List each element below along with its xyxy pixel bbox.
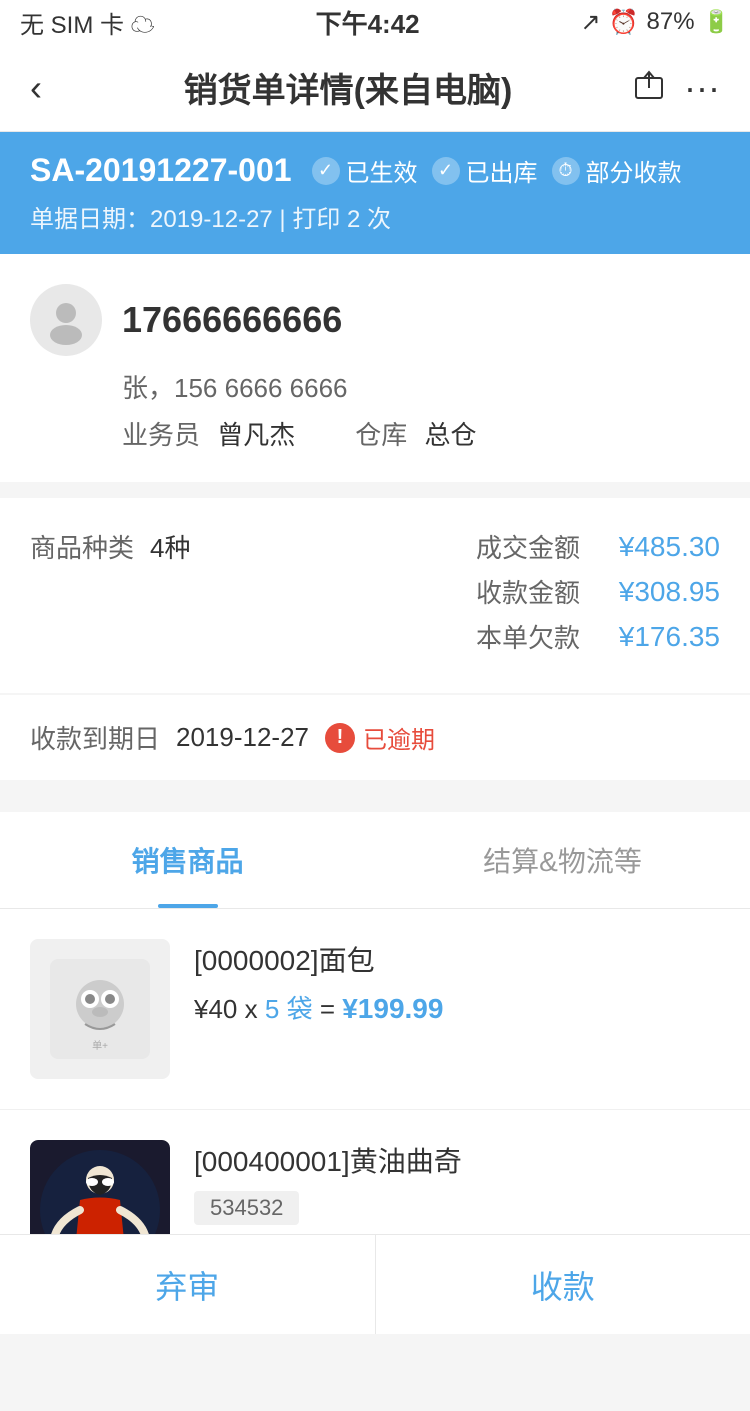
due-section: 收款到期日 2019-12-27 ! 已逾期 xyxy=(0,695,750,780)
arrears-amount-row: 本单欠款 ¥176.35 xyxy=(476,618,720,655)
arrears-amount-value: ¥176.35 xyxy=(600,621,720,653)
badge-shipped: ✓ 已出库 xyxy=(432,153,538,188)
customer-row: 17666666666 xyxy=(30,284,720,356)
product-types-row: 商品种类 4种 xyxy=(30,528,190,565)
customer-section: 17666666666 张，156 6666 6666 业务员 曾凡杰 仓库 总… xyxy=(0,254,750,482)
stats-section: 商品种类 4种 成交金额 ¥485.30 收款金额 ¥308.95 本单欠款 ¥… xyxy=(0,498,750,693)
status-badges: ✓ 已生效 ✓ 已出库 ⏱ 部分收款 xyxy=(312,153,682,188)
price-qty-1: 5 xyxy=(265,994,279,1024)
product-price-1: ¥40 x 5 袋 = ¥199.99 xyxy=(194,989,720,1026)
deal-amount-row: 成交金额 ¥485.30 xyxy=(476,528,720,565)
warehouse-label: 仓库 xyxy=(355,420,407,450)
nav-bar: ‹ 销货单详情(来自电脑) ··· xyxy=(0,44,750,132)
clock-icon: ⏱ xyxy=(552,157,580,185)
divider-2 xyxy=(0,780,750,796)
salesperson-label: 业务员 xyxy=(122,420,200,450)
product-types-value: 4种 xyxy=(150,528,190,565)
location-icon: ↗ xyxy=(581,8,601,37)
tab-products[interactable]: 销售商品 xyxy=(0,812,375,908)
status-left: 无 SIM 卡 ☁ xyxy=(20,5,155,40)
deal-amount-label: 成交金额 xyxy=(476,528,580,565)
sim-status: 无 SIM 卡 ☁ xyxy=(20,5,155,40)
back-button[interactable]: ‹ xyxy=(30,67,62,109)
price-unit-1: ¥40 xyxy=(194,994,237,1024)
warehouse-field: 仓库 总仓 xyxy=(355,415,476,452)
status-right: ↗ ⏰ 87% 🔋 xyxy=(581,8,730,37)
overdue-badge: ! 已逾期 xyxy=(325,720,435,755)
divider-1 xyxy=(0,482,750,498)
status-bar: 无 SIM 卡 ☁ 下午4:42 ↗ ⏰ 87% 🔋 xyxy=(0,0,750,44)
product-types-label: 商品种类 xyxy=(30,528,134,565)
badge-effective-label: 已生效 xyxy=(346,153,418,188)
overdue-text: 已逾期 xyxy=(363,720,435,755)
collect-payment-button[interactable]: 收款 xyxy=(376,1235,750,1334)
received-amount-label: 收款金额 xyxy=(476,573,580,610)
deal-amount-value: ¥485.30 xyxy=(600,531,720,563)
alarm-icon: ⏰ xyxy=(609,8,639,37)
badge-partial-label: 部分收款 xyxy=(586,153,682,188)
product-name-1: [0000002]面包 xyxy=(194,939,720,979)
customer-meta: 业务员 曾凡杰 仓库 总仓 xyxy=(122,415,720,452)
battery-status: 87% xyxy=(647,8,695,36)
badge-shipped-label: 已出库 xyxy=(466,153,538,188)
badge-partial: ⏱ 部分收款 xyxy=(552,153,682,188)
avatar xyxy=(30,284,102,356)
arrears-amount-label: 本单欠款 xyxy=(476,618,580,655)
status-time: 下午4:42 xyxy=(316,4,420,41)
more-icon[interactable]: ··· xyxy=(684,67,720,109)
product-info-1: [0000002]面包 ¥40 x 5 袋 = ¥199.99 xyxy=(194,939,720,1026)
nav-actions: ··· xyxy=(634,67,720,109)
header-band: SA-20191227-001 ✓ 已生效 ✓ 已出库 ⏱ 部分收款 单据日期：… xyxy=(0,132,750,254)
tab-settlement[interactable]: 结算&物流等 xyxy=(375,812,750,908)
share-icon[interactable] xyxy=(634,67,664,109)
salesperson-field: 业务员 曾凡杰 xyxy=(122,415,295,452)
stats-left: 商品种类 4种 xyxy=(30,528,190,571)
header-band-top: SA-20191227-001 ✓ 已生效 ✓ 已出库 ⏱ 部分收款 xyxy=(30,152,720,189)
order-id: SA-20191227-001 xyxy=(30,152,292,189)
badge-effective: ✓ 已生效 xyxy=(312,153,418,188)
list-item: 单+ [0000002]面包 ¥40 x 5 袋 = ¥199.99 xyxy=(0,909,750,1110)
check-icon-2: ✓ xyxy=(432,157,460,185)
check-icon: ✓ xyxy=(312,157,340,185)
price-eq-1: = xyxy=(320,994,342,1024)
product-sku-2: 534532 xyxy=(194,1191,299,1225)
product-name-2: [000400001]黄油曲奇 xyxy=(194,1140,720,1180)
svg-text:单+: 单+ xyxy=(92,1040,108,1052)
overdue-icon: ! xyxy=(325,723,355,753)
price-unit-label-1: 袋 xyxy=(287,994,313,1024)
salesperson-value: 曾凡杰 xyxy=(217,420,295,450)
battery-icon: 🔋 xyxy=(703,9,730,35)
bottom-bar: 弃审 收款 xyxy=(0,1234,750,1334)
product-thumbnail-1: 单+ xyxy=(30,939,170,1079)
abandon-review-button[interactable]: 弃审 xyxy=(0,1235,376,1334)
doc-date: 单据日期：2019-12-27 | 打印 2 次 xyxy=(30,199,720,234)
customer-contact: 张，156 6666 6666 xyxy=(122,368,720,405)
warehouse-value: 总仓 xyxy=(425,420,477,450)
price-x-1: x xyxy=(245,994,265,1024)
stats-right: 成交金额 ¥485.30 收款金额 ¥308.95 本单欠款 ¥176.35 xyxy=(476,528,720,663)
due-date-label: 收款到期日 xyxy=(30,719,160,756)
received-amount-value: ¥308.95 xyxy=(600,576,720,608)
price-total-1: ¥199.99 xyxy=(342,993,443,1024)
tab-bar: 销售商品 结算&物流等 xyxy=(0,812,750,909)
received-amount-row: 收款金额 ¥308.95 xyxy=(476,573,720,610)
page-title: 销货单详情(来自电脑) xyxy=(62,63,634,112)
due-date-value: 2019-12-27 xyxy=(176,722,309,753)
customer-id: 17666666666 xyxy=(122,299,342,341)
